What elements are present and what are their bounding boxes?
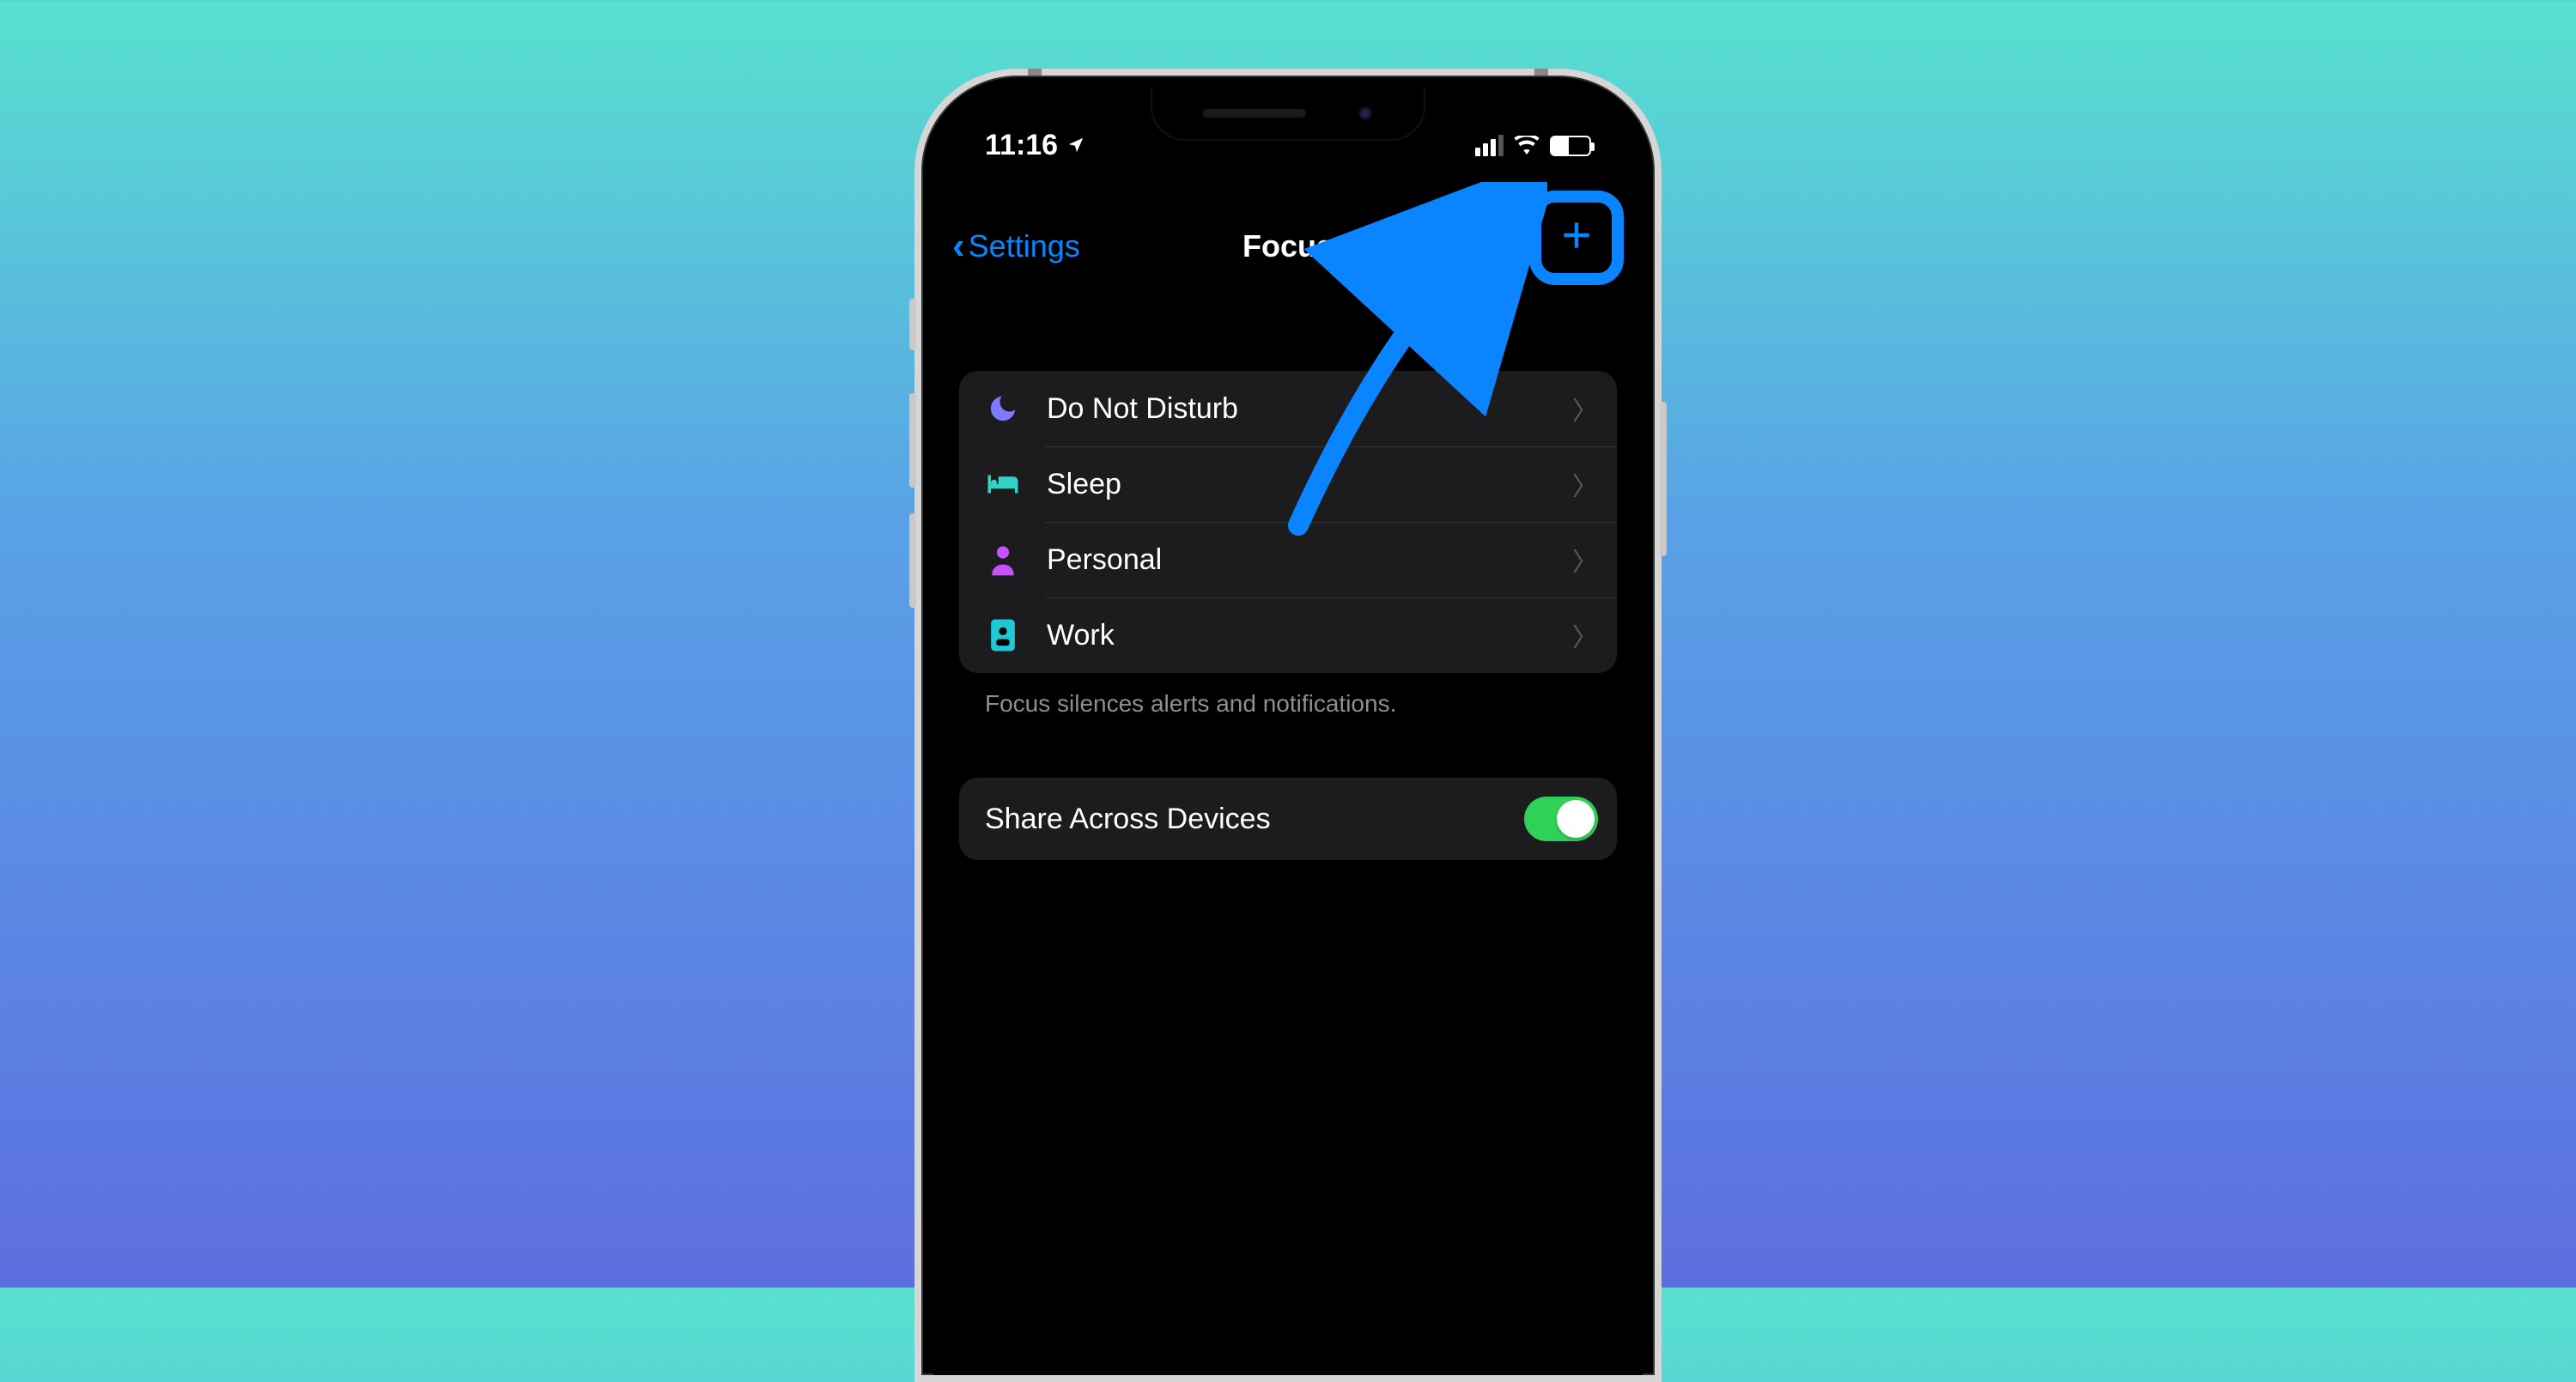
page-title: Focus <box>1242 228 1334 264</box>
share-group: Share Across Devices <box>959 778 1617 860</box>
add-focus-highlight <box>1529 191 1624 285</box>
focus-mode-row[interactable]: Personal 〉 <box>959 522 1617 597</box>
focus-mode-label: Personal <box>1047 543 1546 577</box>
location-icon <box>1066 129 1085 162</box>
volume-up-button <box>909 393 916 488</box>
share-across-devices-row[interactable]: Share Across Devices <box>959 778 1617 860</box>
add-focus-button[interactable] <box>1558 214 1595 262</box>
focus-mode-row[interactable]: Sleep 〉 <box>959 446 1617 522</box>
share-toggle[interactable] <box>1524 797 1598 841</box>
moon-icon <box>985 391 1021 427</box>
front-camera <box>1358 106 1373 121</box>
volume-down-button <box>909 513 916 608</box>
chevron-right-icon: 〉 <box>1572 465 1598 503</box>
wifi-icon <box>1514 129 1540 162</box>
status-time: 11:16 <box>985 129 1058 162</box>
antenna-band <box>1534 69 1548 76</box>
person-icon <box>985 542 1021 578</box>
badge-icon <box>985 617 1021 653</box>
back-label: Settings <box>969 228 1080 264</box>
battery-icon <box>1550 136 1591 156</box>
phone-frame: 11:16 ‹ Settings Focus <box>914 69 1662 1382</box>
back-button[interactable]: ‹ Settings <box>952 227 1080 265</box>
chevron-right-icon: 〉 <box>1572 390 1598 427</box>
focus-mode-row[interactable]: Work 〉 <box>959 597 1617 673</box>
share-label: Share Across Devices <box>985 803 1498 836</box>
chevron-right-icon: 〉 <box>1572 616 1598 654</box>
mute-switch <box>909 299 916 350</box>
toggle-knob <box>1557 800 1595 838</box>
plus-icon <box>1558 216 1595 254</box>
footer-text: Focus silences alerts and notifications. <box>959 673 1617 718</box>
bed-icon <box>985 466 1021 502</box>
notch <box>1151 88 1425 141</box>
phone-screen: 11:16 ‹ Settings Focus <box>933 88 1643 1375</box>
power-button <box>1660 402 1667 556</box>
focus-mode-label: Sleep <box>1047 468 1546 501</box>
navigation-bar: ‹ Settings Focus <box>933 173 1643 319</box>
focus-mode-label: Work <box>1047 619 1546 652</box>
antenna-band <box>1028 69 1042 76</box>
speaker <box>1203 109 1306 118</box>
chevron-right-icon: 〉 <box>1572 541 1598 579</box>
chevron-left-icon: ‹ <box>952 227 965 265</box>
focus-mode-label: Do Not Disturb <box>1047 392 1546 426</box>
focus-mode-row[interactable]: Do Not Disturb 〉 <box>959 371 1617 446</box>
focus-modes-list: Do Not Disturb 〉 Sleep 〉 Personal 〉 Work 〉 <box>959 371 1617 673</box>
cellular-signal-icon <box>1475 135 1504 156</box>
